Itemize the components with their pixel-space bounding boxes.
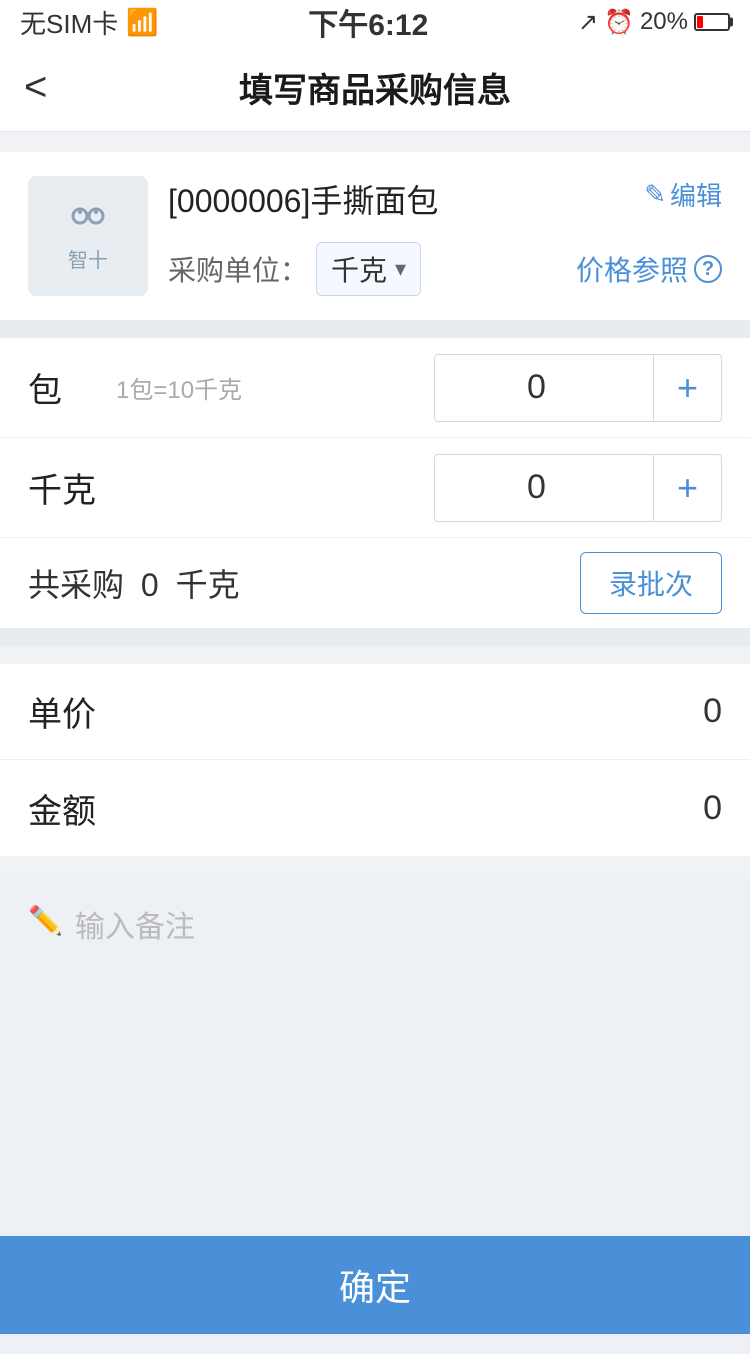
status-time: 下午6:12 (308, 0, 428, 44)
product-thumb-icon (63, 200, 113, 240)
chevron-down-icon: ▾ (395, 256, 406, 282)
edit-button[interactable]: ✎ 编辑 (644, 176, 722, 213)
location-icon: ↗ (578, 8, 598, 37)
unit-price-row: 单价 0 (0, 664, 750, 760)
status-left: 无SIM卡 📶 (20, 4, 159, 41)
back-button[interactable]: < (24, 65, 47, 110)
price-ref-label: 价格参照 (576, 249, 688, 289)
battery-percent: 20% (640, 8, 688, 36)
bag-quantity-input[interactable] (434, 354, 654, 422)
unit-select[interactable]: 千克 ▾ (316, 242, 421, 296)
summary-unit: 千克 (176, 567, 240, 603)
remark-section[interactable]: ✏️ 输入备注 (0, 874, 750, 974)
unit-label: 采购单位： (168, 249, 308, 289)
summary-amount: 0 (141, 567, 159, 603)
kg-quantity-input[interactable] (434, 454, 654, 522)
product-thumb-text: 智十 (68, 244, 108, 273)
product-card: 智十 [0000006]手撕面包 ✎ 编辑 采购单位： 千克 ▾ 价格参照 ? (0, 152, 750, 320)
amount-value: 0 (703, 789, 722, 828)
product-info: [0000006]手撕面包 ✎ 编辑 采购单位： 千克 ▾ 价格参照 ? (168, 176, 722, 296)
remark-placeholder: 输入备注 (75, 902, 195, 946)
price-reference-button[interactable]: 价格参照 ? (576, 249, 722, 289)
kg-input-group: + (434, 454, 722, 522)
bag-input-group: + (434, 354, 722, 422)
edit-label: 编辑 (670, 176, 722, 213)
kg-label: 千克 (28, 463, 108, 512)
unit-select-text: 千克 (331, 249, 387, 289)
product-name: [0000006]手撕面包 (168, 176, 644, 222)
product-thumbnail: 智十 (28, 176, 148, 296)
summary-row: 共采购 0 千克 录批次 (0, 538, 750, 628)
page-title: 填写商品采购信息 (239, 63, 511, 112)
alarm-icon: ⏰ (604, 8, 634, 37)
unit-price-value: 0 (703, 692, 722, 731)
divider-1 (0, 320, 750, 338)
status-bar: 无SIM卡 📶 下午6:12 ↗ ⏰ 20% (0, 0, 750, 44)
confirm-button[interactable]: 确定 (0, 1236, 750, 1334)
pencil-icon: ✏️ (28, 904, 63, 937)
edit-icon: ✎ (644, 179, 666, 210)
summary-prefix: 共采购 (28, 567, 124, 603)
battery-icon (694, 13, 730, 31)
nav-bar: < 填写商品采购信息 (0, 44, 750, 132)
amount-row: 金额 0 (0, 760, 750, 856)
bag-label: 包 (28, 363, 108, 412)
status-right: ↗ ⏰ 20% (578, 8, 730, 37)
bag-sublabel: 1包=10千克 (116, 370, 434, 405)
amount-label: 金额 (28, 784, 96, 833)
input-section: 包 1包=10千克 + 千克 + (0, 338, 750, 538)
unit-price-label: 单价 (28, 687, 96, 736)
kg-increment-button[interactable]: + (654, 454, 722, 522)
wifi-icon: 📶 (126, 7, 158, 38)
carrier-label: 无SIM卡 (20, 4, 118, 41)
price-section: 单价 0 金额 0 (0, 664, 750, 856)
divider-2 (0, 628, 750, 646)
batch-button[interactable]: 录批次 (580, 552, 722, 614)
kg-input-row: 千克 + (0, 438, 750, 538)
help-icon: ? (694, 255, 722, 283)
summary-text: 共采购 0 千克 (28, 560, 240, 606)
bag-increment-button[interactable]: + (654, 354, 722, 422)
bag-input-row: 包 1包=10千克 + (0, 338, 750, 438)
